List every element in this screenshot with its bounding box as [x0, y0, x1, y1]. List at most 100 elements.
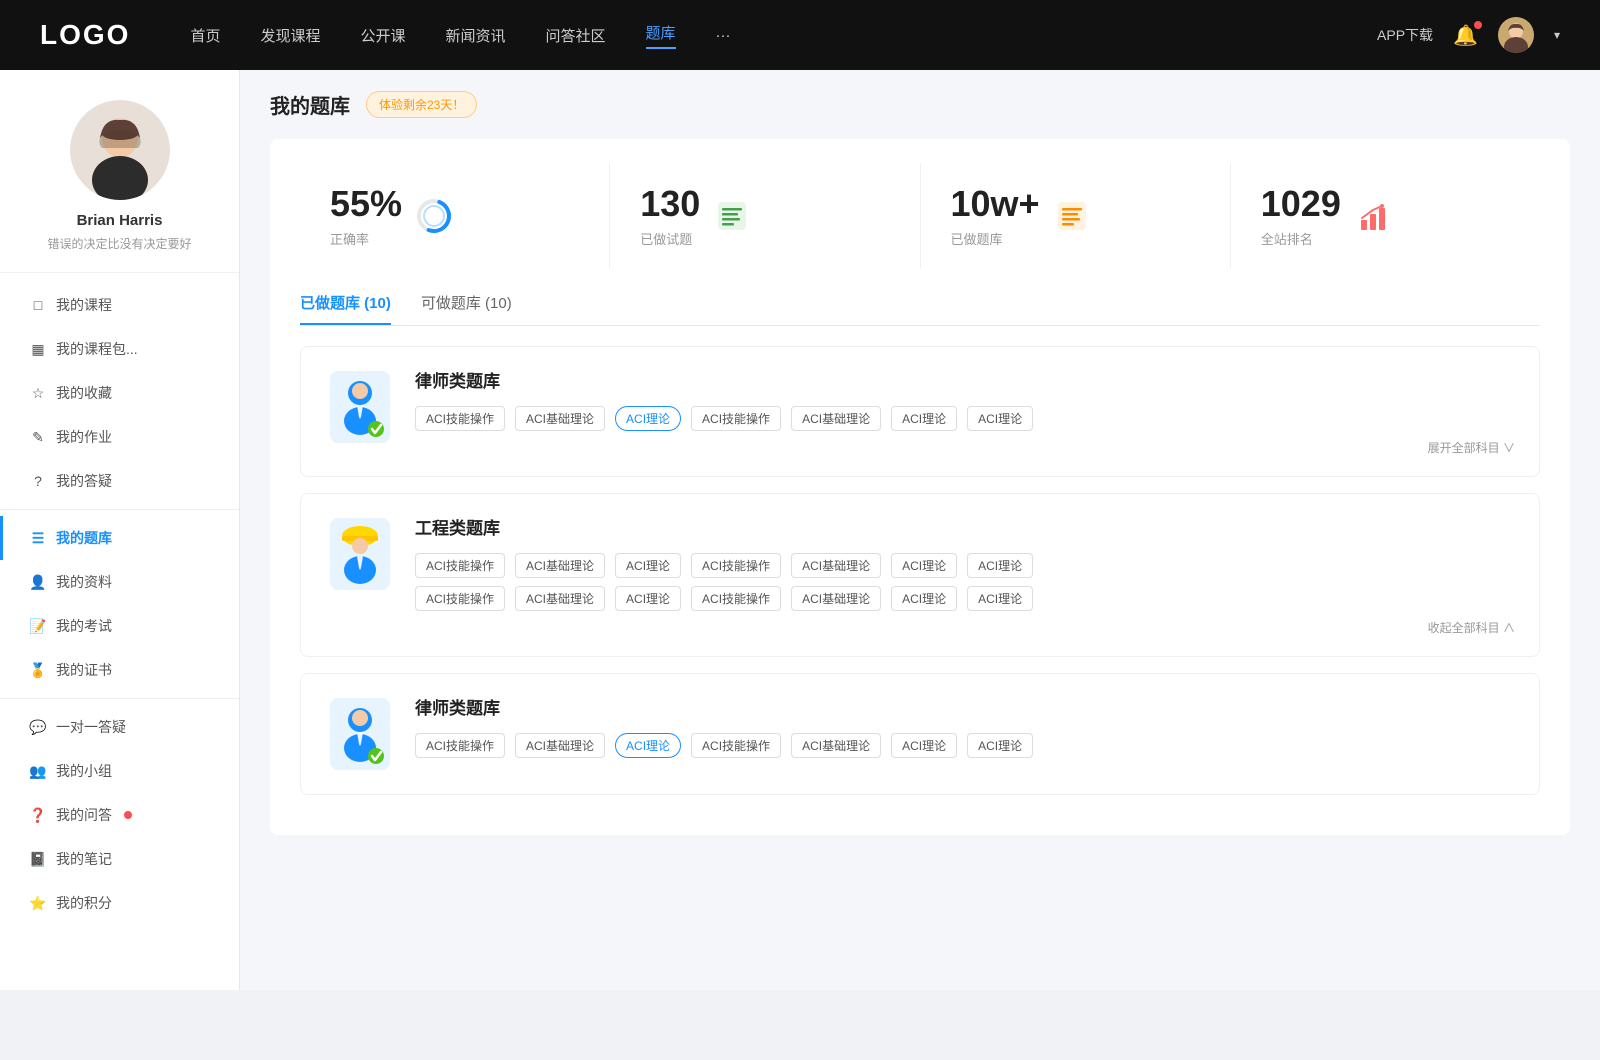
- nav-discover[interactable]: 发现课程: [260, 25, 320, 46]
- tags-row-1: ACI技能操作 ACI基础理论 ACI理论 ACI技能操作 ACI基础理论 AC…: [415, 406, 1515, 431]
- tag-1-5[interactable]: ACI理论: [891, 406, 957, 431]
- sidebar: Brian Harris 错误的决定比没有决定要好 □ 我的课程 ▦ 我的课程包…: [0, 70, 240, 990]
- course-package-icon: ▦: [30, 341, 46, 357]
- menu-divider-2: [0, 698, 239, 699]
- tag-3-3[interactable]: ACI技能操作: [691, 733, 781, 758]
- tag-1-1[interactable]: ACI基础理论: [515, 406, 605, 431]
- accuracy-content: 55% 正确率: [330, 183, 402, 248]
- tag-2-r1-3[interactable]: ACI技能操作: [691, 553, 781, 578]
- nav-news[interactable]: 新闻资讯: [446, 25, 506, 46]
- tag-3-2[interactable]: ACI理论: [615, 733, 681, 758]
- nav-qa[interactable]: 问答社区: [546, 25, 606, 46]
- qbank-card-3: 律师类题库 ACI技能操作 ACI基础理论 ACI理论 ACI技能操作 ACI基…: [300, 673, 1540, 795]
- sidebar-item-questions[interactable]: ❓ 我的问答: [0, 793, 239, 837]
- questions-icon: ❓: [30, 807, 46, 823]
- nav-more[interactable]: ···: [716, 27, 731, 44]
- tag-1-6[interactable]: ACI理论: [967, 406, 1033, 431]
- sidebar-item-questionbank[interactable]: ☰ 我的题库: [0, 516, 239, 560]
- nav-menu: 首页 发现课程 公开课 新闻资讯 问答社区 题库 ···: [190, 22, 1377, 49]
- questions-done-label: 已做试题: [640, 229, 700, 248]
- sidebar-item-group[interactable]: 👥 我的小组: [0, 749, 239, 793]
- sidebar-item-exams[interactable]: 📝 我的考试: [0, 604, 239, 648]
- tag-2-r1-6[interactable]: ACI理论: [967, 553, 1033, 578]
- sidebar-item-homework[interactable]: ✎ 我的作业: [0, 415, 239, 459]
- sidebar-item-certificate[interactable]: 🏅 我的证书: [0, 648, 239, 692]
- stat-accuracy: 55% 正确率: [300, 163, 610, 268]
- notification-bell[interactable]: 🔔: [1453, 23, 1478, 48]
- tag-3-1[interactable]: ACI基础理论: [515, 733, 605, 758]
- sidebar-item-profile[interactable]: 👤 我的资料: [0, 560, 239, 604]
- questions-done-icon: [714, 198, 750, 234]
- tag-1-0[interactable]: ACI技能操作: [415, 406, 505, 431]
- sidebar-item-qa[interactable]: ? 我的答疑: [0, 459, 239, 503]
- tutoring-icon: 💬: [30, 719, 46, 735]
- questionbank-icon: ☰: [30, 530, 46, 546]
- profile-motto: 错误的决定比没有决定要好: [47, 235, 191, 252]
- sidebar-item-tutoring[interactable]: 💬 一对一答疑: [0, 705, 239, 749]
- nav-open-course[interactable]: 公开课: [360, 25, 405, 46]
- sidebar-item-course-package[interactable]: ▦ 我的课程包...: [0, 327, 239, 371]
- tag-2-r2-1[interactable]: ACI基础理论: [515, 586, 605, 611]
- tag-3-4[interactable]: ACI基础理论: [791, 733, 881, 758]
- tag-2-r1-5[interactable]: ACI理论: [891, 553, 957, 578]
- collapse-link-2[interactable]: 收起全部科目 ∧: [415, 619, 1515, 636]
- sidebar-item-points[interactable]: ⭐ 我的积分: [0, 881, 239, 925]
- accuracy-icon: [416, 198, 452, 234]
- user-avatar-nav[interactable]: [1498, 17, 1534, 53]
- questions-done-content: 130 已做试题: [640, 183, 700, 248]
- sidebar-label-group: 我的小组: [56, 761, 112, 781]
- nav-quiz[interactable]: 题库: [646, 22, 676, 49]
- qbank-icon-lawyer-1: [325, 367, 395, 447]
- tag-2-r2-6[interactable]: ACI理论: [967, 586, 1033, 611]
- tag-3-0[interactable]: ACI技能操作: [415, 733, 505, 758]
- tag-2-r1-2[interactable]: ACI理论: [615, 553, 681, 578]
- sidebar-item-notes[interactable]: 📓 我的笔记: [0, 837, 239, 881]
- homework-icon: ✎: [30, 429, 46, 445]
- user-menu-chevron[interactable]: ▾: [1554, 28, 1560, 42]
- banks-done-icon: [1054, 198, 1090, 234]
- sidebar-label-qa: 我的答疑: [56, 471, 112, 491]
- nav-home[interactable]: 首页: [190, 25, 220, 46]
- tag-3-5[interactable]: ACI理论: [891, 733, 957, 758]
- sidebar-item-courses[interactable]: □ 我的课程: [0, 283, 239, 327]
- qbank-info-2: 工程类题库 ACI技能操作 ACI基础理论 ACI理论 ACI技能操作 ACI基…: [415, 514, 1515, 636]
- sidebar-item-favorites[interactable]: ☆ 我的收藏: [0, 371, 239, 415]
- favorites-icon: ☆: [30, 385, 46, 401]
- ranking-icon: [1355, 198, 1391, 234]
- points-icon: ⭐: [30, 895, 46, 911]
- accuracy-label: 正确率: [330, 229, 402, 248]
- tag-2-r2-5[interactable]: ACI理论: [891, 586, 957, 611]
- stat-banks-done: 10w+ 已做题库: [921, 163, 1231, 268]
- courses-icon: □: [30, 297, 46, 313]
- tag-2-r2-3[interactable]: ACI技能操作: [691, 586, 781, 611]
- sidebar-label-questions: 我的问答: [56, 805, 112, 825]
- tags-row-3: ACI技能操作 ACI基础理论 ACI理论 ACI技能操作 ACI基础理论 AC…: [415, 733, 1515, 758]
- tab-available[interactable]: 可做题库 (10): [421, 292, 512, 325]
- tag-1-4[interactable]: ACI基础理论: [791, 406, 881, 431]
- tag-1-3[interactable]: ACI技能操作: [691, 406, 781, 431]
- tag-1-2[interactable]: ACI理论: [615, 406, 681, 431]
- stats-row: 55% 正确率 130 已做试题: [300, 163, 1540, 268]
- ranking-content: 1029 全站排名: [1261, 183, 1341, 248]
- banks-done-content: 10w+ 已做题库: [951, 183, 1040, 248]
- tag-2-r2-2[interactable]: ACI理论: [615, 586, 681, 611]
- tag-2-r2-0[interactable]: ACI技能操作: [415, 586, 505, 611]
- qbank-card-1: 律师类题库 ACI技能操作 ACI基础理论 ACI理论 ACI技能操作 ACI基…: [300, 346, 1540, 477]
- tabs-row: 已做题库 (10) 可做题库 (10): [300, 292, 1540, 326]
- group-icon: 👥: [30, 763, 46, 779]
- app-download-button[interactable]: APP下载: [1377, 25, 1433, 45]
- accuracy-value: 55%: [330, 183, 402, 225]
- tag-2-r1-0[interactable]: ACI技能操作: [415, 553, 505, 578]
- qbank-title-3: 律师类题库: [415, 694, 1515, 719]
- questions-dot: [124, 811, 132, 819]
- stats-card: 55% 正确率 130 已做试题: [270, 139, 1570, 835]
- tag-2-r2-4[interactable]: ACI基础理论: [791, 586, 881, 611]
- expand-link-1[interactable]: 展开全部科目 ∨: [415, 439, 1515, 456]
- profile-name: Brian Harris: [77, 212, 163, 229]
- tab-done[interactable]: 已做题库 (10): [300, 292, 391, 325]
- tag-3-6[interactable]: ACI理论: [967, 733, 1033, 758]
- tag-2-r1-1[interactable]: ACI基础理论: [515, 553, 605, 578]
- tag-2-r1-4[interactable]: ACI基础理论: [791, 553, 881, 578]
- trial-badge: 体验剩余23天！: [366, 91, 477, 118]
- tags-row-2a: ACI技能操作 ACI基础理论 ACI理论 ACI技能操作 ACI基础理论 AC…: [415, 553, 1515, 578]
